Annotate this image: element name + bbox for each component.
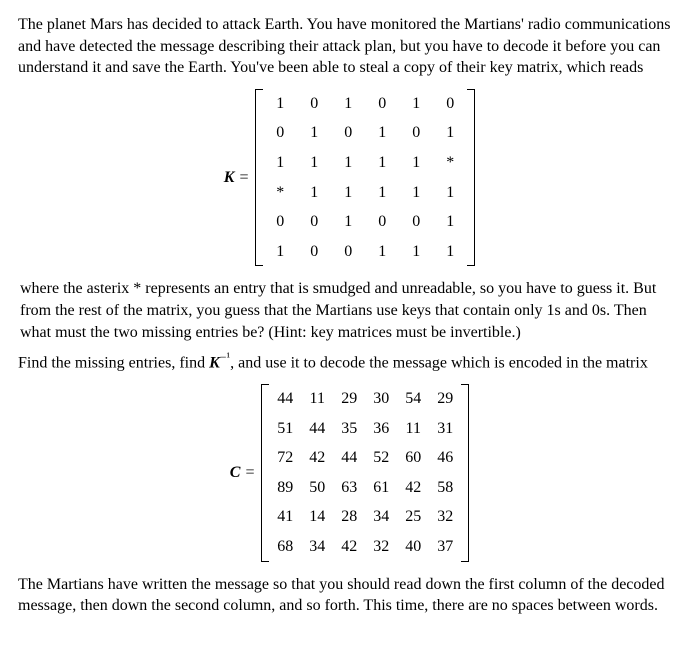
matrix-k-eq: = [234, 169, 249, 186]
matrix-k-label: K = [224, 167, 249, 189]
matrix-c-block: C = 441129305429 514435361131 7242445260… [18, 384, 681, 562]
matrix-k-bracket: 101010 010101 11111* *11111 001001 10011… [255, 89, 475, 267]
right-bracket-icon [461, 384, 469, 562]
find-text-b: , and use it to decode the message which… [230, 354, 648, 371]
table-row: 411428342532 [269, 502, 461, 532]
left-bracket-icon [255, 89, 263, 267]
table-row: 101010 [263, 89, 467, 119]
table-row: 001001 [263, 207, 467, 237]
table-row: 514435361131 [269, 414, 461, 444]
k-inverse-var: K [209, 354, 220, 371]
matrix-c-var: C [230, 464, 241, 481]
matrix-c-bracket: 441129305429 514435361131 724244526046 8… [261, 384, 469, 562]
matrix-k-var: K [224, 169, 235, 186]
asterisk-paragraph: where the asterix * represents an entry … [20, 278, 681, 343]
table-row: 895063614258 [269, 473, 461, 503]
k-inverse-exp: −¹ [220, 350, 230, 364]
table-row: 100111 [263, 237, 467, 267]
table-row: 683442324037 [269, 532, 461, 562]
matrix-c-table: 441129305429 514435361131 724244526046 8… [269, 384, 461, 562]
table-row: 11111* [263, 148, 467, 178]
matrix-c-label: C = [230, 462, 255, 484]
matrix-c-eq: = [240, 464, 255, 481]
table-row: 010101 [263, 118, 467, 148]
table-row: 441129305429 [269, 384, 461, 414]
table-row: 724244526046 [269, 443, 461, 473]
intro-paragraph: The planet Mars has decided to attack Ea… [18, 14, 681, 79]
outro-paragraph: The Martians have written the message so… [18, 574, 681, 617]
find-text-a: Find the missing entries, find [18, 354, 209, 371]
matrix-k-table: 101010 010101 11111* *11111 001001 10011… [263, 89, 467, 267]
left-bracket-icon [261, 384, 269, 562]
find-paragraph: Find the missing entries, find K−¹, and … [18, 349, 681, 374]
matrix-k-block: K = 101010 010101 11111* *11111 001001 1… [18, 89, 681, 267]
table-row: *11111 [263, 178, 467, 208]
right-bracket-icon [467, 89, 475, 267]
